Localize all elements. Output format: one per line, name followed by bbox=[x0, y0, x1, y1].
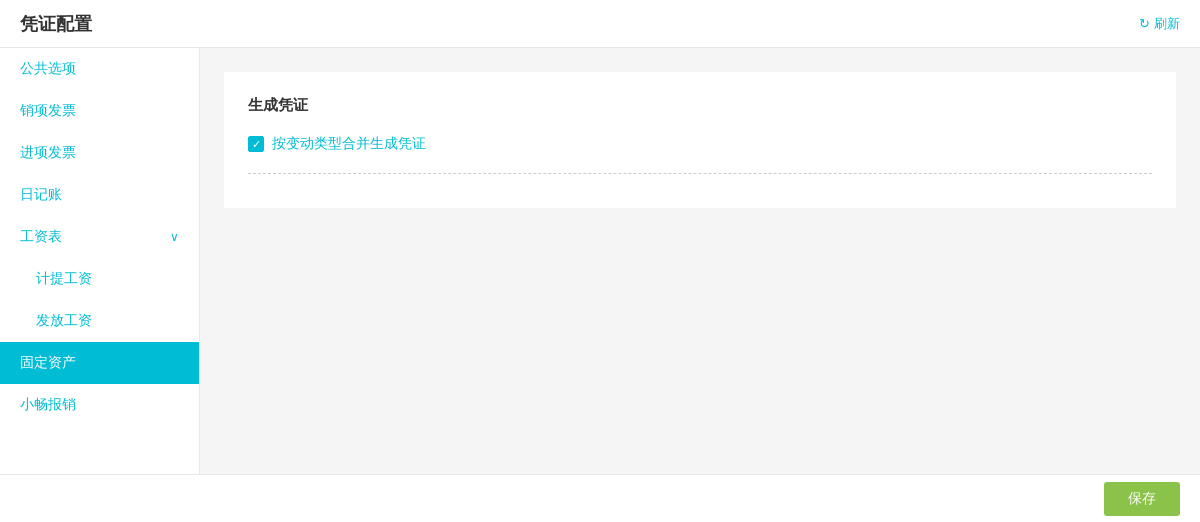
sidebar-item-public-options[interactable]: 公共选项 bbox=[0, 48, 199, 90]
sidebar: 公共选项销项发票进项发票日记账工资表 ∨ 计提工资发放工资固定资产小畅报销 bbox=[0, 48, 200, 474]
body: 公共选项销项发票进项发票日记账工资表 ∨ 计提工资发放工资固定资产小畅报销 生成凭证… bbox=[0, 48, 1200, 474]
sidebar-item-payroll-accrual[interactable]: 计提工资 bbox=[0, 258, 199, 300]
header: 凭证配置 ↻ 刷新 bbox=[0, 0, 1200, 48]
content-card: 生成凭证 ✓ 按变动类型合并生成凭证 bbox=[224, 72, 1176, 208]
sidebar-item-label: 公共选项 bbox=[20, 60, 76, 78]
sidebar-item-label: 日记账 bbox=[20, 186, 62, 204]
sidebar-item-payroll-issue[interactable]: 发放工资 bbox=[0, 300, 199, 342]
section-divider bbox=[248, 173, 1152, 174]
sidebar-item-sales-invoice[interactable]: 销项发票 bbox=[0, 90, 199, 132]
page-wrapper: 凭证配置 ↻ 刷新 公共选项销项发票进项发票日记账工资表 ∨ 计提工资发放工资固定资… bbox=[0, 0, 1200, 522]
sidebar-item-fixed-assets[interactable]: 固定资产 bbox=[0, 342, 199, 384]
sidebar-item-label: 销项发票 bbox=[20, 102, 76, 120]
sidebar-item-journal[interactable]: 日记账 bbox=[0, 174, 199, 216]
merge-checkbox[interactable]: ✓ bbox=[248, 136, 264, 152]
refresh-label: 刷新 bbox=[1154, 15, 1180, 33]
page-title: 凭证配置 bbox=[20, 12, 92, 36]
sidebar-item-label: 固定资产 bbox=[20, 354, 76, 372]
section-title: 生成凭证 bbox=[248, 96, 1152, 115]
merge-checkbox-label: 按变动类型合并生成凭证 bbox=[272, 135, 426, 153]
chevron-down-icon: ∨ bbox=[170, 230, 179, 244]
sidebar-item-label: 进项发票 bbox=[20, 144, 76, 162]
refresh-icon: ↻ bbox=[1139, 16, 1150, 31]
sidebar-item-label: 工资表 bbox=[20, 228, 62, 246]
sidebar-item-expense[interactable]: 小畅报销 bbox=[0, 384, 199, 426]
sidebar-item-label: 计提工资 bbox=[36, 270, 92, 288]
refresh-button[interactable]: ↻ 刷新 bbox=[1139, 15, 1180, 33]
main-content: 生成凭证 ✓ 按变动类型合并生成凭证 bbox=[200, 48, 1200, 474]
sidebar-item-label: 小畅报销 bbox=[20, 396, 76, 414]
sidebar-item-payroll[interactable]: 工资表 ∨ bbox=[0, 216, 199, 258]
checkbox-row: ✓ 按变动类型合并生成凭证 bbox=[248, 135, 1152, 153]
sidebar-item-purchase-invoice[interactable]: 进项发票 bbox=[0, 132, 199, 174]
save-button[interactable]: 保存 bbox=[1104, 482, 1180, 516]
footer: 保存 bbox=[0, 474, 1200, 522]
sidebar-item-label: 发放工资 bbox=[36, 312, 92, 330]
checkmark-icon: ✓ bbox=[252, 139, 261, 150]
